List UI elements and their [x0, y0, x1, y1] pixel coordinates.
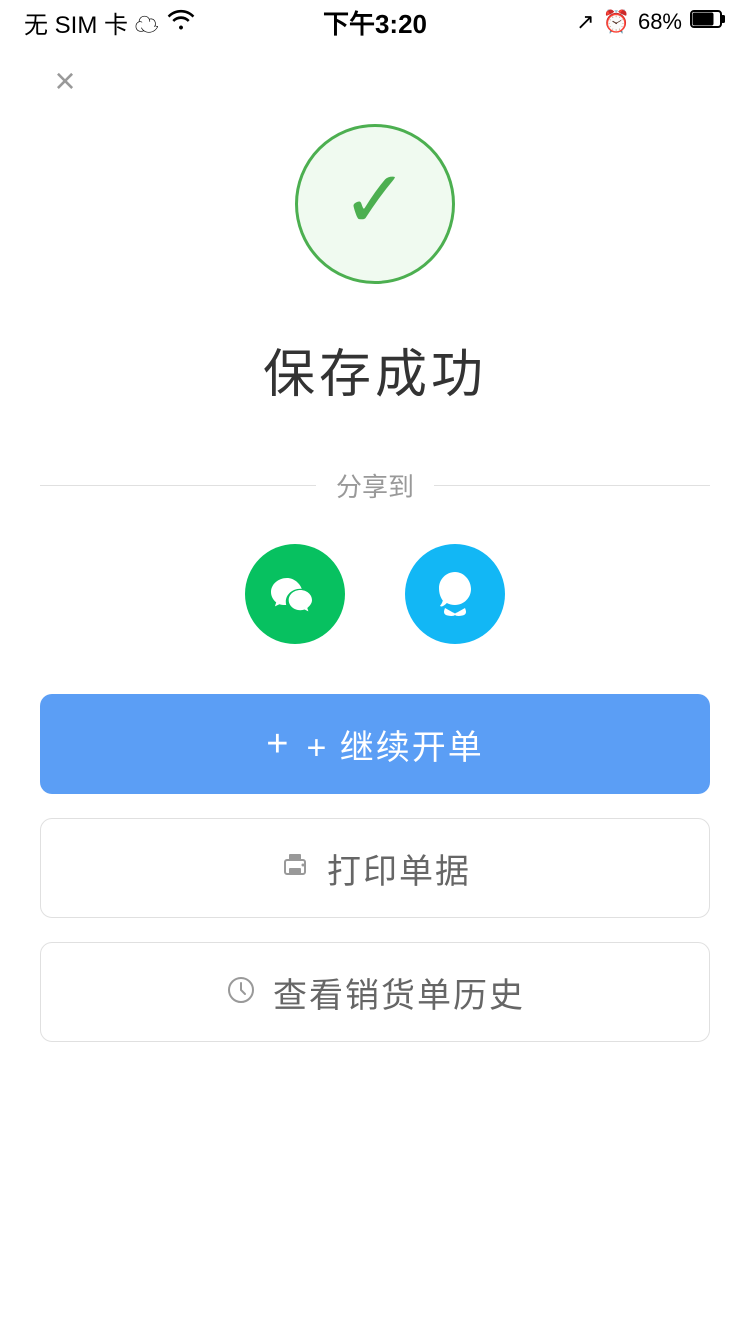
- wechat-icon: [265, 564, 325, 624]
- plus-icon: +: [266, 725, 290, 763]
- continue-button[interactable]: + + 继续开单: [40, 694, 710, 794]
- print-icon: [279, 850, 311, 887]
- wechat-share-button[interactable]: [245, 544, 345, 644]
- history-button[interactable]: 查看销货单历史: [40, 942, 710, 1042]
- close-button[interactable]: ×: [40, 56, 90, 106]
- status-time: 下午3:20: [323, 4, 427, 41]
- continue-label: + 继续开单: [306, 720, 483, 769]
- history-label: 查看销货单历史: [273, 968, 525, 1017]
- battery-icon: [690, 9, 726, 35]
- wifi-icon: [167, 8, 195, 37]
- battery-percent: 68%: [638, 9, 682, 35]
- divider-left: [40, 485, 316, 486]
- history-icon: [225, 974, 257, 1011]
- share-icons-row: [40, 544, 710, 644]
- main-content: ✓ 保存成功 分享到: [0, 44, 750, 1042]
- status-right: ↗ ⏰ 68%: [576, 9, 726, 35]
- status-left: 无 SIM 卡 ☁: [24, 5, 195, 40]
- share-section: 分享到: [0, 467, 750, 644]
- share-label: 分享到: [336, 467, 414, 504]
- checkmark-icon: ✓: [341, 160, 408, 240]
- qq-icon: [427, 566, 483, 622]
- share-divider-row: 分享到: [40, 467, 710, 504]
- success-circle: ✓: [295, 124, 455, 284]
- action-buttons: + + 继续开单 打印单据 查看销货单历: [0, 694, 750, 1042]
- divider-right: [434, 485, 710, 486]
- no-sim-text: 无 SIM 卡 ☁: [24, 5, 159, 40]
- alarm-icon: ⏰: [603, 9, 630, 35]
- status-bar: 无 SIM 卡 ☁ 下午3:20 ↗ ⏰ 68%: [0, 0, 750, 44]
- success-title: 保存成功: [263, 332, 487, 407]
- print-label: 打印单据: [327, 844, 471, 893]
- location-icon: ↗: [576, 9, 594, 35]
- qq-share-button[interactable]: [405, 544, 505, 644]
- print-button[interactable]: 打印单据: [40, 818, 710, 918]
